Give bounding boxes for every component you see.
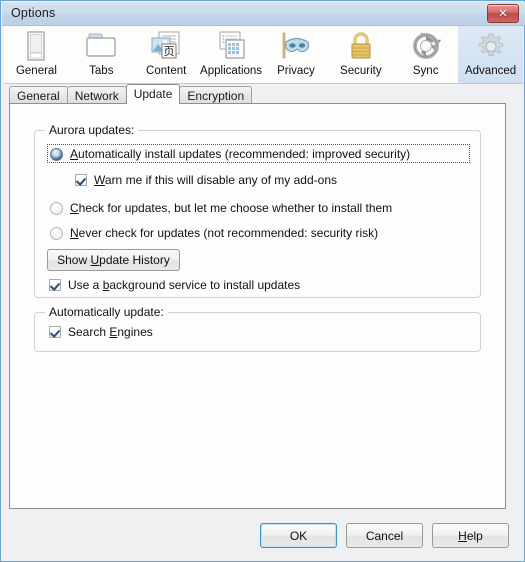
toolbar-item-content[interactable]: 页 Content <box>134 26 199 83</box>
toolbar-label: Privacy <box>277 65 315 77</box>
radio-indicator[interactable] <box>50 147 63 161</box>
radio-check-and-ask[interactable]: Check for updates, but let me choose whe… <box>50 201 392 215</box>
radio-auto-install[interactable]: Automatically install updates (recommend… <box>50 147 410 161</box>
aurora-updates-group: Aurora updates: Automatically install up… <box>34 123 481 298</box>
tab-general[interactable]: General <box>9 86 68 104</box>
title-bar: Options ✕ <box>2 2 525 26</box>
cancel-button-label: Cancel <box>365 528 404 543</box>
toolbar-label: General <box>15 65 57 77</box>
toolbar-item-advanced[interactable]: Advanced <box>458 26 523 83</box>
ok-button[interactable]: OK <box>260 523 337 548</box>
radio-indicator[interactable] <box>50 201 63 215</box>
applications-icon <box>213 29 249 63</box>
privacy-mask-icon <box>278 29 314 63</box>
checkbox-indicator[interactable] <box>75 174 87 186</box>
gear-icon <box>475 29 507 63</box>
tab-network[interactable]: Network <box>66 86 127 104</box>
window-title: Options <box>11 6 56 20</box>
aurora-updates-legend: Aurora updates: <box>45 123 139 137</box>
toolbar-item-general[interactable]: General <box>4 26 69 83</box>
checkbox-background-service-label: Use a background service to install upda… <box>68 278 301 292</box>
help-button-label: Help <box>458 528 483 543</box>
radio-indicator[interactable] <box>50 226 63 240</box>
radio-check-and-ask-label: Check for updates, but let me choose whe… <box>70 201 393 215</box>
options-window: Options ✕ General Tabs 页 Content Applica… <box>0 0 525 562</box>
automatically-update-legend: Automatically update: <box>45 305 168 319</box>
toolbar-label: Sync <box>412 65 439 77</box>
radio-never-check[interactable]: Never check for updates (not recommended… <box>50 226 378 240</box>
show-update-history-button[interactable]: Show Update History <box>47 249 180 271</box>
checkbox-background-service[interactable]: Use a background service to install upda… <box>49 278 300 292</box>
close-button[interactable]: ✕ <box>487 4 519 23</box>
general-icon <box>21 29 51 63</box>
ok-button-label: OK <box>289 528 308 543</box>
automatically-update-group: Automatically update: Search Engines <box>34 305 481 352</box>
show-update-history-label: Show Update History <box>57 253 170 267</box>
tabs-icon <box>84 29 118 63</box>
category-toolbar: General Tabs 页 Content Applications Priv… <box>4 26 523 84</box>
toolbar-label: Security <box>340 65 382 77</box>
toolbar-label: Content <box>146 65 187 77</box>
checkbox-search-engines[interactable]: Search Engines <box>49 325 153 339</box>
svg-text:页: 页 <box>164 45 175 58</box>
tab-encryption[interactable]: Encryption <box>179 86 253 104</box>
tab-update[interactable]: Update <box>125 84 181 104</box>
help-button[interactable]: Help <box>432 523 509 548</box>
checkbox-warn-addons-label: Warn me if this will disable any of my a… <box>94 173 337 187</box>
toolbar-item-tabs[interactable]: Tabs <box>69 26 134 83</box>
checkbox-search-engines-label: Search Engines <box>68 325 153 339</box>
toolbar-label: Applications <box>200 65 263 77</box>
radio-auto-install-label: Automatically install updates (recommend… <box>70 147 411 161</box>
close-icon: ✕ <box>498 8 508 20</box>
toolbar-item-applications[interactable]: Applications <box>199 26 264 83</box>
toolbar-item-security[interactable]: Security <box>328 26 393 83</box>
toolbar-label: Tabs <box>89 65 114 77</box>
checkbox-warn-addons[interactable]: Warn me if this will disable any of my a… <box>75 173 337 187</box>
checkbox-indicator[interactable] <box>49 279 61 291</box>
padlock-icon <box>345 29 377 63</box>
content-icon: 页 <box>148 29 184 63</box>
checkbox-indicator[interactable] <box>49 326 61 338</box>
toolbar-item-sync[interactable]: Sync <box>393 26 458 83</box>
radio-never-check-label: Never check for updates (not recommended… <box>70 226 379 240</box>
cancel-button[interactable]: Cancel <box>346 523 423 548</box>
toolbar-item-privacy[interactable]: Privacy <box>264 26 329 83</box>
sync-arrows-icon <box>410 29 442 63</box>
sub-tabs: General Network Update Encryption <box>9 84 253 104</box>
update-panel: Aurora updates: Automatically install up… <box>9 103 506 509</box>
sub-tab-strip: General Network Update Encryption <box>4 84 523 104</box>
dialog-footer: OK Cancel Help <box>1 509 524 561</box>
toolbar-label: Advanced <box>464 65 517 77</box>
